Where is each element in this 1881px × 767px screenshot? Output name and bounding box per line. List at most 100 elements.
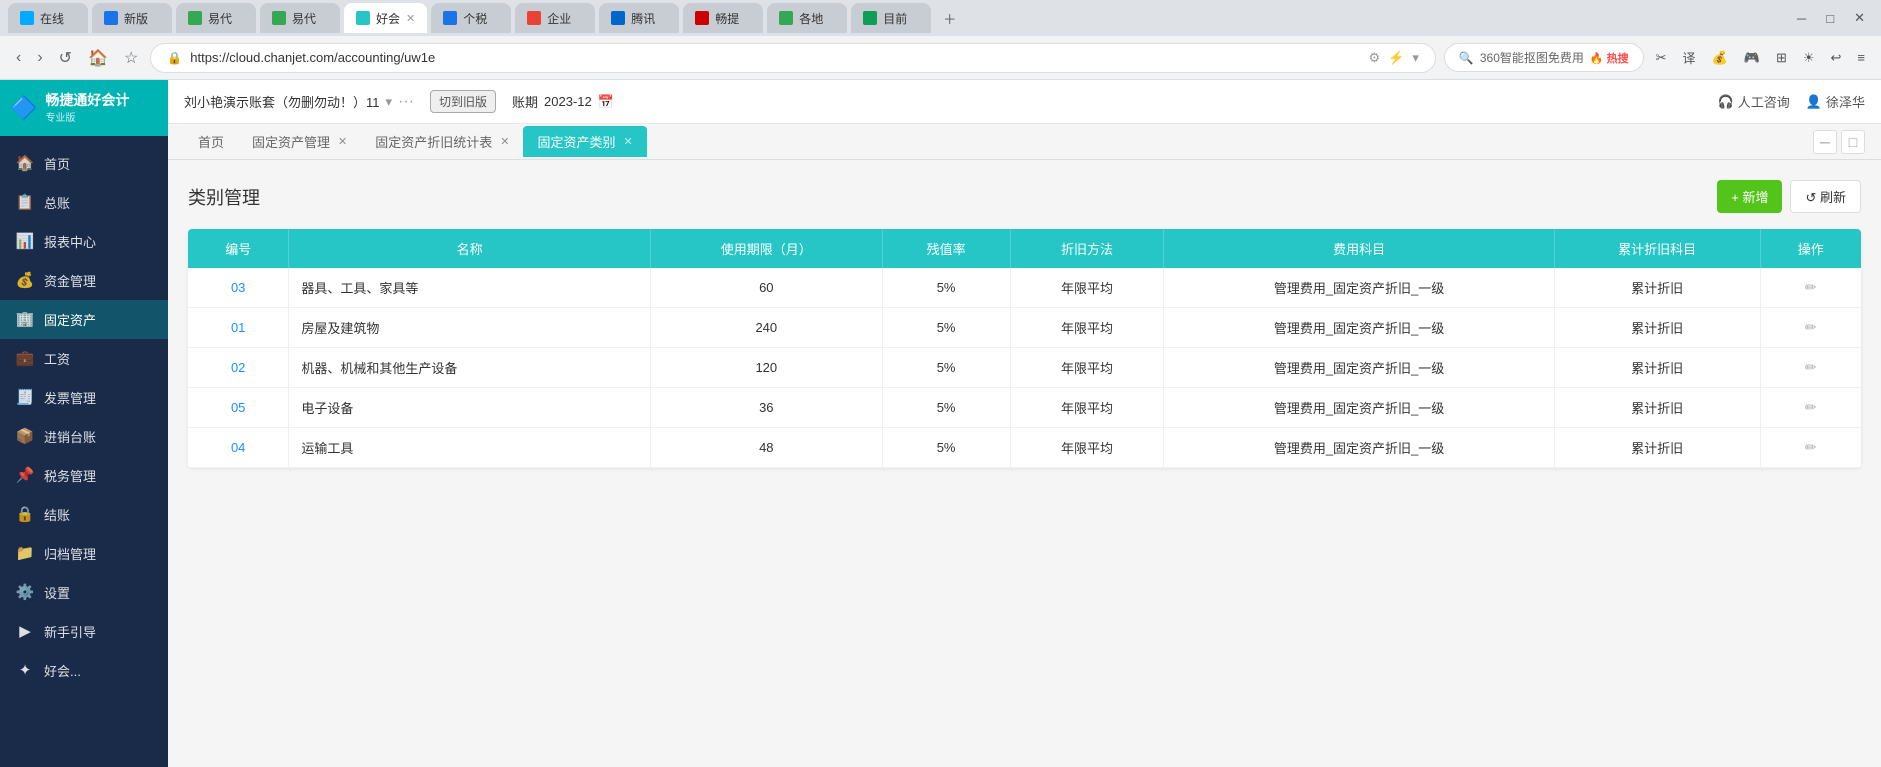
switch-version-button[interactable]: 切到旧版 [430, 90, 496, 113]
tab-fixed-category[interactable]: 固定资产类别 ✕ [523, 126, 646, 157]
table-row: 05 电子设备 36 5% 年限平均 管理费用_固定资产折旧_一级 累计折旧 ✏ [188, 388, 1861, 428]
calendar-icon[interactable]: 📅 [598, 94, 614, 110]
undo-icon[interactable]: ↩ [1827, 50, 1846, 66]
edit-icon-0[interactable]: ✏ [1805, 279, 1817, 295]
period-label: 账期 [512, 92, 538, 111]
browser-tab-3[interactable]: 易代 [176, 3, 256, 33]
browser-tab-5[interactable]: 好会 ✕ [344, 3, 427, 33]
cell-accumulated-1: 累计折旧 [1554, 308, 1760, 348]
wallet-icon[interactable]: 💰 [1708, 50, 1732, 66]
cell-period-1: 240 [650, 308, 882, 348]
cell-code-1[interactable]: 01 [188, 308, 289, 348]
sidebar-item-closing[interactable]: 🔒 结账 [0, 495, 168, 534]
logo-sub: 专业版 [45, 109, 129, 124]
cell-residual-3: 5% [882, 388, 1010, 428]
tab-label-10: 各地 [799, 10, 823, 27]
more-options-icon[interactable]: ··· [398, 93, 414, 111]
cut-icon[interactable]: ✂ [1652, 50, 1671, 66]
sidebar-item-invoice[interactable]: 🧾 发票管理 [0, 378, 168, 417]
cell-code-0[interactable]: 03 [188, 268, 289, 308]
add-button[interactable]: + 新增 [1717, 180, 1782, 213]
home-button[interactable]: 🏠 [84, 44, 112, 72]
dropdown-arrow-icon[interactable]: ▾ [386, 94, 393, 110]
edit-icon-3[interactable]: ✏ [1805, 399, 1817, 415]
header-right: 🎧 人工咨询 👤 徐泽华 [1718, 92, 1865, 111]
browser-tab-8[interactable]: 腾讯 [599, 3, 679, 33]
minimize-page-button[interactable]: ─ [1813, 130, 1837, 154]
sidebar-item-reports[interactable]: 📊 报表中心 [0, 222, 168, 261]
sidebar-item-fixed-assets[interactable]: 🏢 固定资产 [0, 300, 168, 339]
reload-button[interactable]: ↺ [55, 44, 76, 72]
edit-icon-2[interactable]: ✏ [1805, 359, 1817, 375]
maximize-button[interactable]: □ [1818, 7, 1842, 30]
edit-icon-1[interactable]: ✏ [1805, 319, 1817, 335]
cell-code-4[interactable]: 04 [188, 428, 289, 468]
tab-favicon-8 [611, 11, 625, 25]
tab-fixed-depreciation-label: 固定资产折旧统计表 [375, 132, 492, 151]
star-button[interactable]: ☆ [120, 44, 142, 72]
tab-home[interactable]: 首页 [184, 126, 238, 157]
edit-icon-4[interactable]: ✏ [1805, 439, 1817, 455]
browser-tab-9[interactable]: 畅提 [683, 3, 763, 33]
close-icon-tab5[interactable]: ✕ [406, 12, 415, 25]
invoice-icon: 🧾 [16, 388, 34, 406]
sidebar-item-archive[interactable]: 📁 归档管理 [0, 534, 168, 573]
cell-method-0: 年限平均 [1010, 268, 1164, 308]
sidebar-item-settings[interactable]: ⚙️ 设置 [0, 573, 168, 612]
table-row: 03 器具、工具、家具等 60 5% 年限平均 管理费用_固定资产折旧_一级 累… [188, 268, 1861, 308]
cell-residual-1: 5% [882, 308, 1010, 348]
grid-icon[interactable]: ⊞ [1772, 50, 1791, 66]
back-button[interactable]: ‹ [12, 45, 25, 71]
brightness-icon[interactable]: ☀ [1799, 50, 1819, 66]
browser-tab-10[interactable]: 各地 [767, 3, 847, 33]
tab-fixed-mgmt[interactable]: 固定资产管理 ✕ [238, 126, 361, 157]
cell-name-0: 器具、工具、家具等 [289, 268, 651, 308]
url-bar[interactable]: 🔒 https://cloud.chanjet.com/accounting/u… [150, 43, 1436, 73]
sidebar-item-more[interactable]: ✦ 好会... [0, 651, 168, 690]
user-avatar[interactable]: 👤 徐泽华 [1806, 92, 1865, 111]
forward-button[interactable]: › [33, 45, 46, 71]
tab-label-11: 目前 [883, 10, 907, 27]
tab-favicon-2 [104, 11, 118, 25]
close-icon-fixed-mgmt[interactable]: ✕ [338, 135, 347, 148]
browser-tab-2[interactable]: 新版 [92, 3, 172, 33]
cell-action-4: ✏ [1760, 428, 1861, 468]
fixed-assets-icon: 🏢 [16, 310, 34, 328]
sidebar-item-ledger[interactable]: 📋 总账 [0, 183, 168, 222]
sidebar-item-guide[interactable]: ▶ 新手引导 [0, 612, 168, 651]
search-bar[interactable]: 🔍 360智能抠图免费用 🔥 热搜 [1444, 43, 1644, 72]
close-icon-fixed-dep[interactable]: ✕ [500, 135, 509, 148]
close-icon-fixed-cat[interactable]: ✕ [624, 135, 633, 148]
browser-tab-7[interactable]: 企业 [515, 3, 595, 33]
cell-code-3[interactable]: 05 [188, 388, 289, 428]
minimize-button[interactable]: ─ [1789, 7, 1814, 30]
dropdown-icon[interactable]: ▾ [1412, 50, 1419, 66]
browser-tab-11[interactable]: 目前 [851, 3, 931, 33]
game-icon[interactable]: 🎮 [1740, 50, 1764, 66]
tab-label-7: 企业 [547, 10, 571, 27]
sidebar-item-home[interactable]: 🏠 首页 [0, 144, 168, 183]
sidebar-item-purchase-sale[interactable]: 📦 进销台账 [0, 417, 168, 456]
sidebar: 🔷 畅捷通好会计 专业版 🏠 首页 📋 总账 📊 报表中心 💰 资金管理 [0, 80, 168, 767]
browser-tab-4[interactable]: 易代 [260, 3, 340, 33]
tab-fixed-depreciation[interactable]: 固定资产折旧统计表 ✕ [361, 126, 523, 157]
translate-icon[interactable]: 译 [1679, 48, 1700, 67]
cell-method-4: 年限平均 [1010, 428, 1164, 468]
close-button[interactable]: ✕ [1846, 6, 1873, 30]
sidebar-item-payroll[interactable]: 💼 工资 [0, 339, 168, 378]
cell-code-2[interactable]: 02 [188, 348, 289, 388]
maximize-page-button[interactable]: □ [1841, 130, 1865, 154]
browser-tab-1[interactable]: 在线 [8, 3, 88, 33]
sidebar-item-label-more: 好会... [44, 661, 81, 680]
service-button[interactable]: 🎧 人工咨询 [1718, 92, 1790, 111]
table-header: 编号 名称 使用期限（月） 残值率 折旧方法 费用科目 累计折旧科目 操作 [188, 229, 1861, 268]
sidebar-item-capital[interactable]: 💰 资金管理 [0, 261, 168, 300]
new-tab-button[interactable]: ＋ [935, 5, 964, 32]
archive-icon: 📁 [16, 544, 34, 562]
sidebar-item-label-guide: 新手引导 [44, 622, 96, 641]
browser-tab-6[interactable]: 个税 [431, 3, 511, 33]
menu-icon[interactable]: ≡ [1853, 50, 1869, 65]
sidebar-item-tax[interactable]: 📌 税务管理 [0, 456, 168, 495]
browser-address-bar: ‹ › ↺ 🏠 ☆ 🔒 https://cloud.chanjet.com/ac… [0, 36, 1881, 80]
refresh-button[interactable]: ↺ 刷新 [1790, 180, 1861, 213]
